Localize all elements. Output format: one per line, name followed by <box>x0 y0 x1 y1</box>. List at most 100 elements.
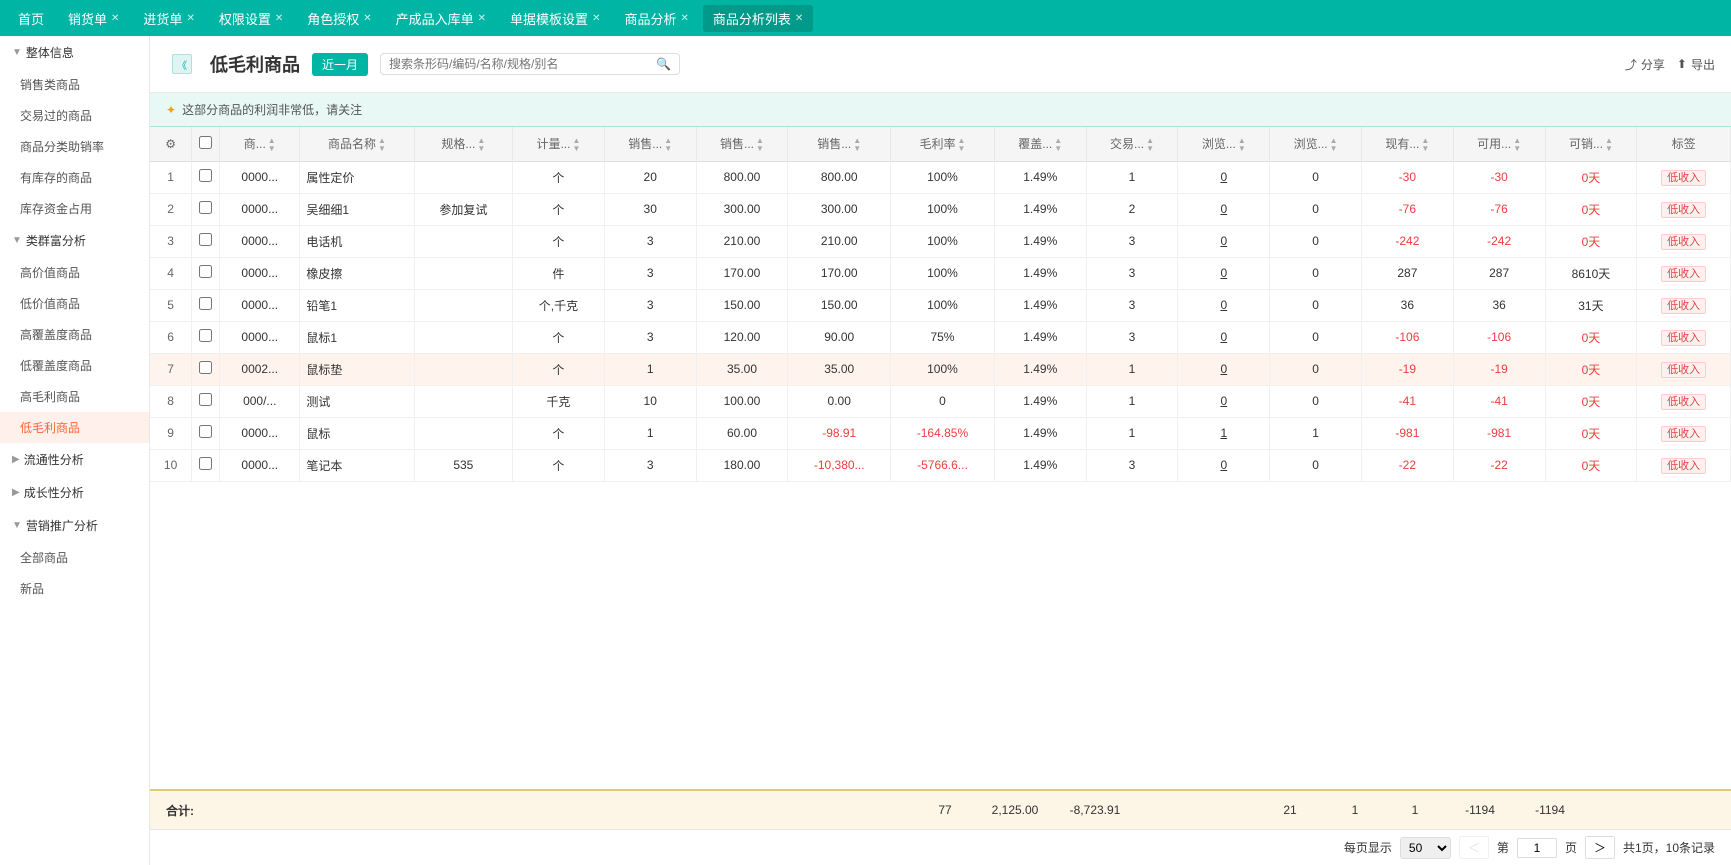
row-checkbox[interactable] <box>199 425 212 438</box>
row-checkbox[interactable] <box>199 201 212 214</box>
sidebar-item-traded-goods[interactable]: 交易过的商品 <box>0 100 149 131</box>
search-input[interactable] <box>389 57 650 71</box>
row-views1[interactable]: 0 <box>1178 449 1270 481</box>
nav-purchase-order[interactable]: 进货单 ✕ <box>133 5 204 32</box>
nav-home[interactable]: 首页 <box>8 5 54 32</box>
sidebar-item-low-coverage[interactable]: 低覆盖度商品 <box>0 350 149 381</box>
row-checkbox[interactable] <box>199 393 212 406</box>
nav-close-product-analysis[interactable]: ✕ <box>680 13 688 24</box>
row-tag: 低收入 <box>1637 225 1731 257</box>
row-checkbox-cell[interactable] <box>192 225 220 257</box>
row-checkbox[interactable] <box>199 297 212 310</box>
row-sales-qty: 30 <box>604 193 696 225</box>
row-checkbox-cell[interactable] <box>192 417 220 449</box>
row-views1[interactable]: 0 <box>1178 321 1270 353</box>
row-checkbox-cell[interactable] <box>192 193 220 225</box>
row-checkbox[interactable] <box>199 361 212 374</box>
export-btn[interactable]: ⬆ 导出 <box>1677 56 1715 73</box>
sidebar-item-inventory-capital[interactable]: 库存资金占用 <box>0 193 149 224</box>
row-name[interactable]: 鼠标 <box>300 417 414 449</box>
sidebar-group-marketing[interactable]: ▼ 营销推广分析 <box>0 509 149 542</box>
nav-product-analysis[interactable]: 商品分析 ✕ <box>614 5 698 32</box>
select-all-checkbox[interactable] <box>199 136 212 149</box>
nav-close-product-entry[interactable]: ✕ <box>478 13 486 24</box>
sidebar-item-category-sales-rate[interactable]: 商品分类助销率 <box>0 131 149 162</box>
current-page-input[interactable] <box>1517 838 1557 858</box>
row-views2: 0 <box>1270 385 1362 417</box>
search-icon[interactable]: 🔍 <box>656 57 671 71</box>
row-name[interactable]: 铅笔1 <box>300 289 414 321</box>
row-views1[interactable]: 0 <box>1178 353 1270 385</box>
row-checkbox-cell[interactable] <box>192 353 220 385</box>
nav-template-settings[interactable]: 单据模板设置 ✕ <box>500 5 610 32</box>
row-views1[interactable]: 0 <box>1178 385 1270 417</box>
row-name[interactable]: 笔记本 <box>300 449 414 481</box>
row-transaction: 1 <box>1086 161 1178 193</box>
row-name[interactable]: 吴细细1 <box>300 193 414 225</box>
sidebar-item-new-goods[interactable]: 新品 <box>0 573 149 604</box>
row-checkbox[interactable] <box>199 329 212 342</box>
share-btn[interactable]: ⤴ 分享 <box>1625 56 1665 73</box>
row-views1[interactable]: 1 <box>1178 417 1270 449</box>
col-select-all[interactable] <box>192 127 220 161</box>
row-sales-amount: 0.00 <box>788 385 891 417</box>
next-page-btn[interactable]: ＞ <box>1585 836 1615 859</box>
nav-role-auth[interactable]: 角色授权 ✕ <box>297 5 381 32</box>
row-sales-amount: 90.00 <box>788 321 891 353</box>
row-checkbox-cell[interactable] <box>192 449 220 481</box>
sidebar-collapse-btn[interactable]: 《 <box>172 54 192 74</box>
sidebar-item-low-margin[interactable]: 低毛利商品 <box>0 412 149 443</box>
nav-close-product-analysis-list[interactable]: ✕ <box>795 13 803 24</box>
nav-product-entry[interactable]: 产成品入库单 ✕ <box>386 5 496 32</box>
row-checkbox-cell[interactable] <box>192 289 220 321</box>
row-views1[interactable]: 0 <box>1178 161 1270 193</box>
nav-close-sales-order[interactable]: ✕ <box>111 13 119 24</box>
sidebar-group-growth[interactable]: ▶ 成长性分析 <box>0 476 149 509</box>
row-name[interactable]: 鼠标垫 <box>300 353 414 385</box>
nav-close-role-auth[interactable]: ✕ <box>363 13 371 24</box>
row-checkbox-cell[interactable] <box>192 385 220 417</box>
sidebar-item-in-stock-goods[interactable]: 有库存的商品 <box>0 162 149 193</box>
prev-page-btn[interactable]: ＜ <box>1459 836 1489 859</box>
row-views1[interactable]: 0 <box>1178 225 1270 257</box>
row-num: 9 <box>150 417 192 449</box>
row-views1[interactable]: 0 <box>1178 289 1270 321</box>
row-checkbox-cell[interactable] <box>192 321 220 353</box>
sidebar-item-sales-goods[interactable]: 销售类商品 <box>0 69 149 100</box>
col-settings[interactable]: ⚙ <box>150 127 192 161</box>
nav-close-template-settings[interactable]: ✕ <box>592 13 600 24</box>
sidebar-item-high-value[interactable]: 高价值商品 <box>0 257 149 288</box>
row-num: 1 <box>150 161 192 193</box>
nav-product-analysis-list[interactable]: 商品分析列表 ✕ <box>703 5 813 32</box>
row-checkbox[interactable] <box>199 457 212 470</box>
sidebar-group-overview[interactable]: ▼ 整体信息 <box>0 36 149 69</box>
footer-sales-amount: -8,723.91 <box>1055 803 1135 817</box>
sidebar-group-crowd-analysis[interactable]: ▼ 类群富分析 <box>0 224 149 257</box>
row-views1[interactable]: 0 <box>1178 257 1270 289</box>
sidebar-item-high-margin[interactable]: 高毛利商品 <box>0 381 149 412</box>
per-page-select[interactable]: 50 100 200 <box>1400 837 1451 859</box>
row-views1[interactable]: 0 <box>1178 193 1270 225</box>
nav-sales-order[interactable]: 销货单 ✕ <box>58 5 129 32</box>
sidebar-item-all-goods[interactable]: 全部商品 <box>0 542 149 573</box>
row-name[interactable]: 测试 <box>300 385 414 417</box>
total-info: 共1页，10条记录 <box>1623 839 1715 856</box>
row-checkbox-cell[interactable] <box>192 161 220 193</box>
row-gross-margin: 75% <box>891 321 995 353</box>
sidebar-item-low-value[interactable]: 低价值商品 <box>0 288 149 319</box>
nav-close-permissions[interactable]: ✕ <box>275 13 283 24</box>
row-checkbox[interactable] <box>199 265 212 278</box>
row-checkbox[interactable] <box>199 169 212 182</box>
sidebar-group-circulation[interactable]: ▶ 流通性分析 <box>0 443 149 476</box>
filter-recent-month-btn[interactable]: 近一月 <box>312 53 368 76</box>
row-name[interactable]: 电话机 <box>300 225 414 257</box>
nav-permissions[interactable]: 权限设置 ✕ <box>209 5 293 32</box>
row-checkbox[interactable] <box>199 233 212 246</box>
nav-close-purchase-order[interactable]: ✕ <box>186 13 194 24</box>
row-checkbox-cell[interactable] <box>192 257 220 289</box>
row-name[interactable]: 鼠标1 <box>300 321 414 353</box>
row-name[interactable]: 橡皮擦 <box>300 257 414 289</box>
sidebar-item-high-coverage[interactable]: 高覆盖度商品 <box>0 319 149 350</box>
row-name[interactable]: 属性定价 <box>300 161 414 193</box>
col-transaction: 交易...▲▼ <box>1086 127 1178 161</box>
